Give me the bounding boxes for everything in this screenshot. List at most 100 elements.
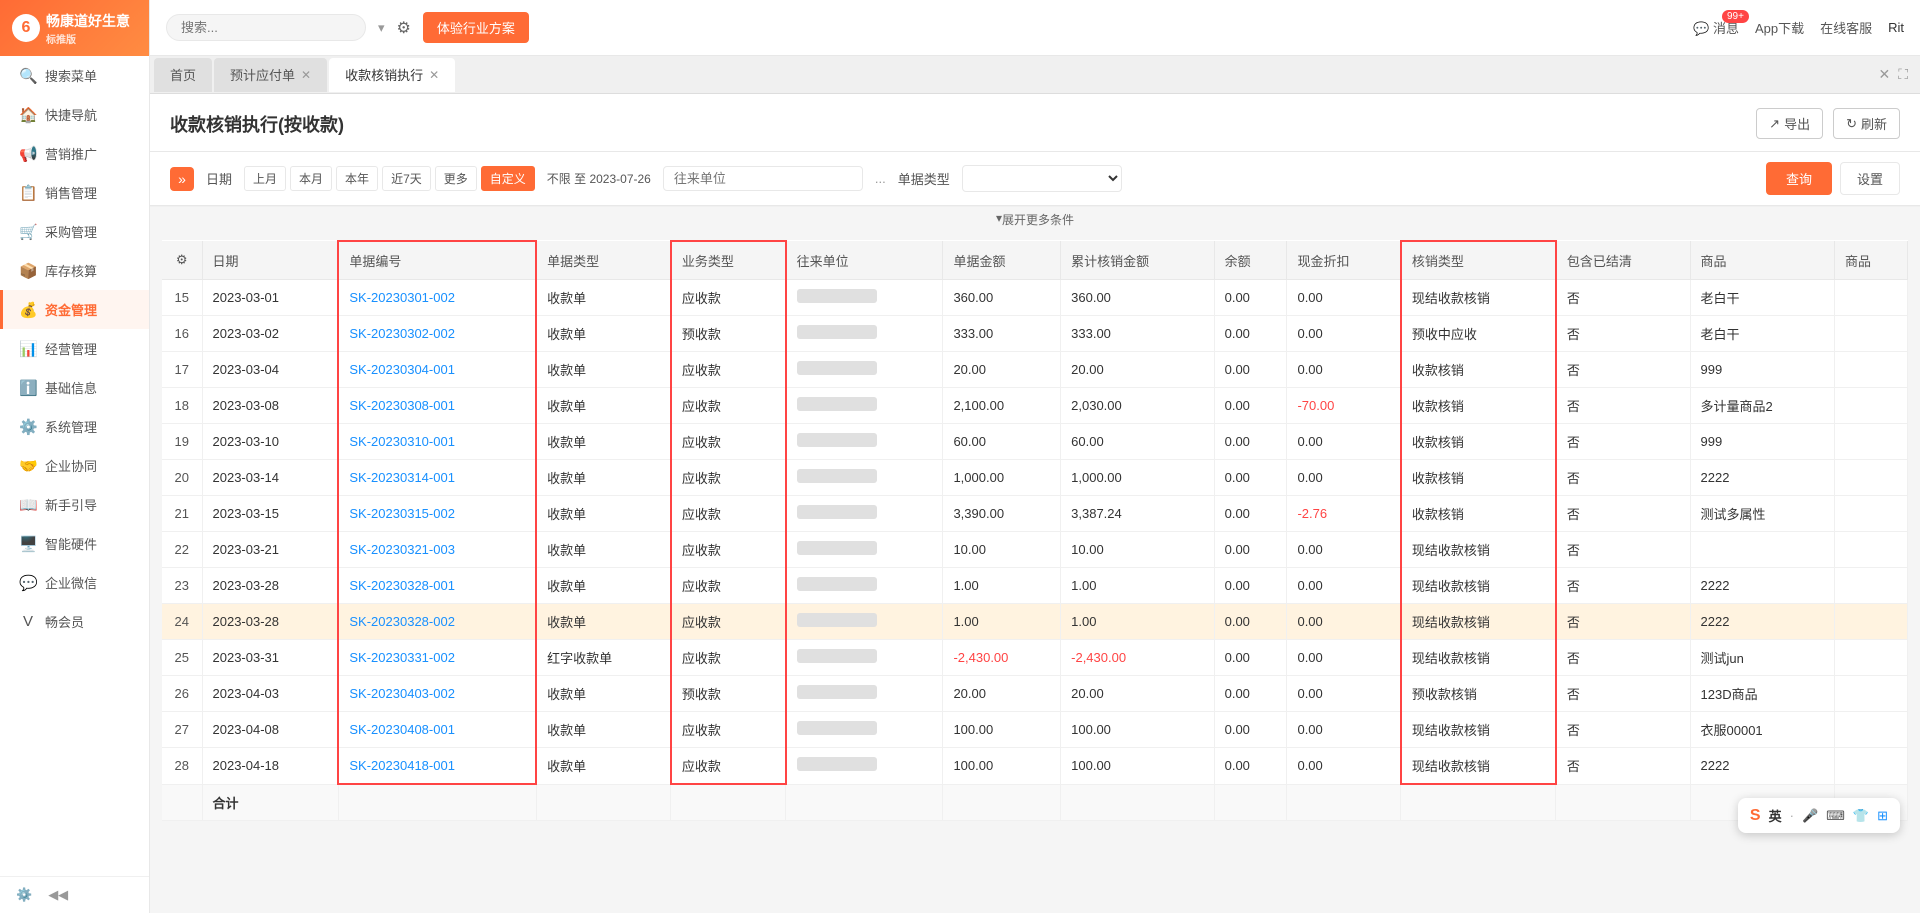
cell-cash-discount: 0.00 [1287, 676, 1401, 712]
floating-shirt-icon[interactable]: 👕 [1853, 808, 1869, 824]
sidebar-item-基础信息[interactable]: ℹ️基础信息 [0, 368, 149, 407]
cell-balance: 0.00 [1214, 388, 1287, 424]
nav-icon: ⚙️ [19, 418, 37, 436]
cell-bill-no: SK-20230308-001 [338, 388, 536, 424]
tab-expand-icon[interactable]: ⛶ [1898, 66, 1908, 83]
cell-writeoff-amount: 360.00 [1061, 280, 1214, 316]
cell-partner [786, 568, 943, 604]
cell-writeoff-type: 收款核销 [1401, 388, 1556, 424]
sidebar-item-资金管理[interactable]: 💰资金管理 [0, 290, 149, 329]
sidebar-item-企业微信[interactable]: 💬企业微信 [0, 563, 149, 602]
cell-writeoff-type: 收款核销 [1401, 352, 1556, 388]
sidebar-item-系统管理[interactable]: ⚙️系统管理 [0, 407, 149, 446]
app-name-block: 畅康道好生意 标推版 [46, 11, 130, 46]
date-btn-this-year[interactable]: 本年 [336, 166, 378, 191]
cell-seq: 24 [162, 604, 202, 640]
floating-grid-icon[interactable]: ⊞ [1877, 808, 1888, 824]
cell-bill-type: 收款单 [536, 748, 671, 785]
col-setting[interactable]: ⚙ [162, 241, 202, 280]
sidebar-item-营销推广[interactable]: 📢营销推广 [0, 134, 149, 173]
collapse-icon[interactable]: ◀◀ [48, 887, 68, 903]
cell-bill-no: SK-20230302-002 [338, 316, 536, 352]
date-btn-this-month[interactable]: 本月 [290, 166, 332, 191]
industry-btn[interactable]: 体验行业方案 [423, 12, 529, 43]
sidebar-item-采购管理[interactable]: 🛒采购管理 [0, 212, 149, 251]
user-name[interactable]: Rit [1888, 20, 1904, 35]
tab-writeoff-close[interactable]: ✕ [429, 68, 439, 82]
floating-mic-icon[interactable]: 🎤 [1802, 808, 1818, 824]
date-btn-custom[interactable]: 自定义 [481, 166, 535, 191]
bill-no-link[interactable]: SK-20230314-001 [349, 470, 455, 485]
message-btn[interactable]: 💬 消息 99+ [1693, 18, 1739, 37]
cell-biz-type: 预收款 [671, 676, 786, 712]
cell-bill-no: SK-20230403-002 [338, 676, 536, 712]
tab-home[interactable]: 首页 [154, 58, 212, 92]
bill-no-link[interactable]: SK-20230331-002 [349, 650, 455, 665]
cell-partner [786, 604, 943, 640]
cell-seq: 19 [162, 424, 202, 460]
cell-product1 [1690, 532, 1835, 568]
tab-close-all-icon[interactable]: ✕ [1878, 66, 1890, 83]
sidebar-item-搜索菜单[interactable]: 🔍搜索菜单 [0, 56, 149, 95]
col-product1: 商品 [1690, 241, 1835, 280]
partner-input[interactable] [663, 166, 863, 191]
sidebar-item-快捷导航[interactable]: 🏠快捷导航 [0, 95, 149, 134]
cell-writeoff-amount: 10.00 [1061, 532, 1214, 568]
search-input[interactable] [166, 14, 366, 41]
app-download-btn[interactable]: App下载 [1755, 18, 1804, 37]
date-btn-more[interactable]: 更多 [435, 166, 477, 191]
col-balance: 余额 [1214, 241, 1287, 280]
bill-no-link[interactable]: SK-20230302-002 [349, 326, 455, 341]
export-button[interactable]: ↗ 导出 [1756, 108, 1823, 139]
date-btn-last-month[interactable]: 上月 [244, 166, 286, 191]
chevron-down-icon[interactable]: ▾ [378, 20, 385, 36]
tab-prepay[interactable]: 预计应付单 ✕ [214, 58, 327, 92]
cell-cash-discount: 0.00 [1287, 532, 1401, 568]
floating-en-icon[interactable]: 英 [1769, 806, 1782, 825]
floating-keyboard-icon[interactable]: ⌨ [1826, 808, 1845, 824]
bill-no-link[interactable]: SK-20230321-003 [349, 542, 455, 557]
bill-no-link[interactable]: SK-20230328-001 [349, 578, 455, 593]
tabs-bar: 首页 预计应付单 ✕ 收款核销执行 ✕ ✕ ⛶ [150, 56, 1920, 94]
sidebar-item-销售管理[interactable]: 📋销售管理 [0, 173, 149, 212]
bill-no-link[interactable]: SK-20230310-001 [349, 434, 455, 449]
cell-writeoff-type: 收款核销 [1401, 424, 1556, 460]
floating-toolbar: S 英 · 🎤 ⌨ 👕 ⊞ [1738, 798, 1900, 833]
cell-included: 否 [1556, 604, 1690, 640]
sidebar-item-企业协同[interactable]: 🤝企业协同 [0, 446, 149, 485]
gear-icon[interactable]: ⚙ [397, 18, 411, 38]
cell-partner [786, 316, 943, 352]
settings-button[interactable]: 设置 [1840, 162, 1900, 195]
bill-no-link[interactable]: SK-20230403-002 [349, 686, 455, 701]
refresh-button[interactable]: ↻ 刷新 [1833, 108, 1900, 139]
bill-no-link[interactable]: SK-20230308-001 [349, 398, 455, 413]
tab-writeoff[interactable]: 收款核销执行 ✕ [329, 58, 455, 92]
cell-writeoff-amount: 1.00 [1061, 604, 1214, 640]
floating-dot-icon[interactable]: · [1790, 808, 1794, 823]
sidebar-item-经营管理[interactable]: 📊经营管理 [0, 329, 149, 368]
sidebar-item-畅会员[interactable]: V畅会员 [0, 602, 149, 641]
date-buttons: 上月 本月 本年 近7天 更多 自定义 [244, 166, 535, 191]
cell-amount: 1,000.00 [943, 460, 1061, 496]
sidebar-item-智能硬件[interactable]: 🖥️智能硬件 [0, 524, 149, 563]
bill-no-link[interactable]: SK-20230408-001 [349, 722, 455, 737]
bill-no-link[interactable]: SK-20230301-002 [349, 290, 455, 305]
bill-no-link[interactable]: SK-20230328-002 [349, 614, 455, 629]
bill-no-link[interactable]: SK-20230315-002 [349, 506, 455, 521]
query-button[interactable]: 查询 [1766, 162, 1832, 195]
filter-toggle-btn[interactable]: » [170, 167, 194, 191]
cell-writeoff-type: 现结收款核销 [1401, 640, 1556, 676]
nav-icon: 💬 [19, 574, 37, 592]
sidebar-item-新手引导[interactable]: 📖新手引导 [0, 485, 149, 524]
date-btn-7days[interactable]: 近7天 [382, 166, 431, 191]
bill-no-link[interactable]: SK-20230418-001 [349, 758, 455, 773]
bill-no-link[interactable]: SK-20230304-001 [349, 362, 455, 377]
cell-writeoff-amount: 333.00 [1061, 316, 1214, 352]
tab-prepay-close[interactable]: ✕ [301, 68, 311, 82]
bill-type-select[interactable] [962, 165, 1122, 192]
settings-icon[interactable]: ⚙️ [16, 887, 32, 903]
sidebar-item-库存核算[interactable]: 📦库存核算 [0, 251, 149, 290]
online-service-btn[interactable]: 在线客服 [1820, 18, 1872, 37]
expand-conditions[interactable]: ▾ 展开更多条件 [150, 206, 1920, 232]
table-row: 24 2023-03-28 SK-20230328-002 收款单 应收款 1.… [162, 604, 1908, 640]
